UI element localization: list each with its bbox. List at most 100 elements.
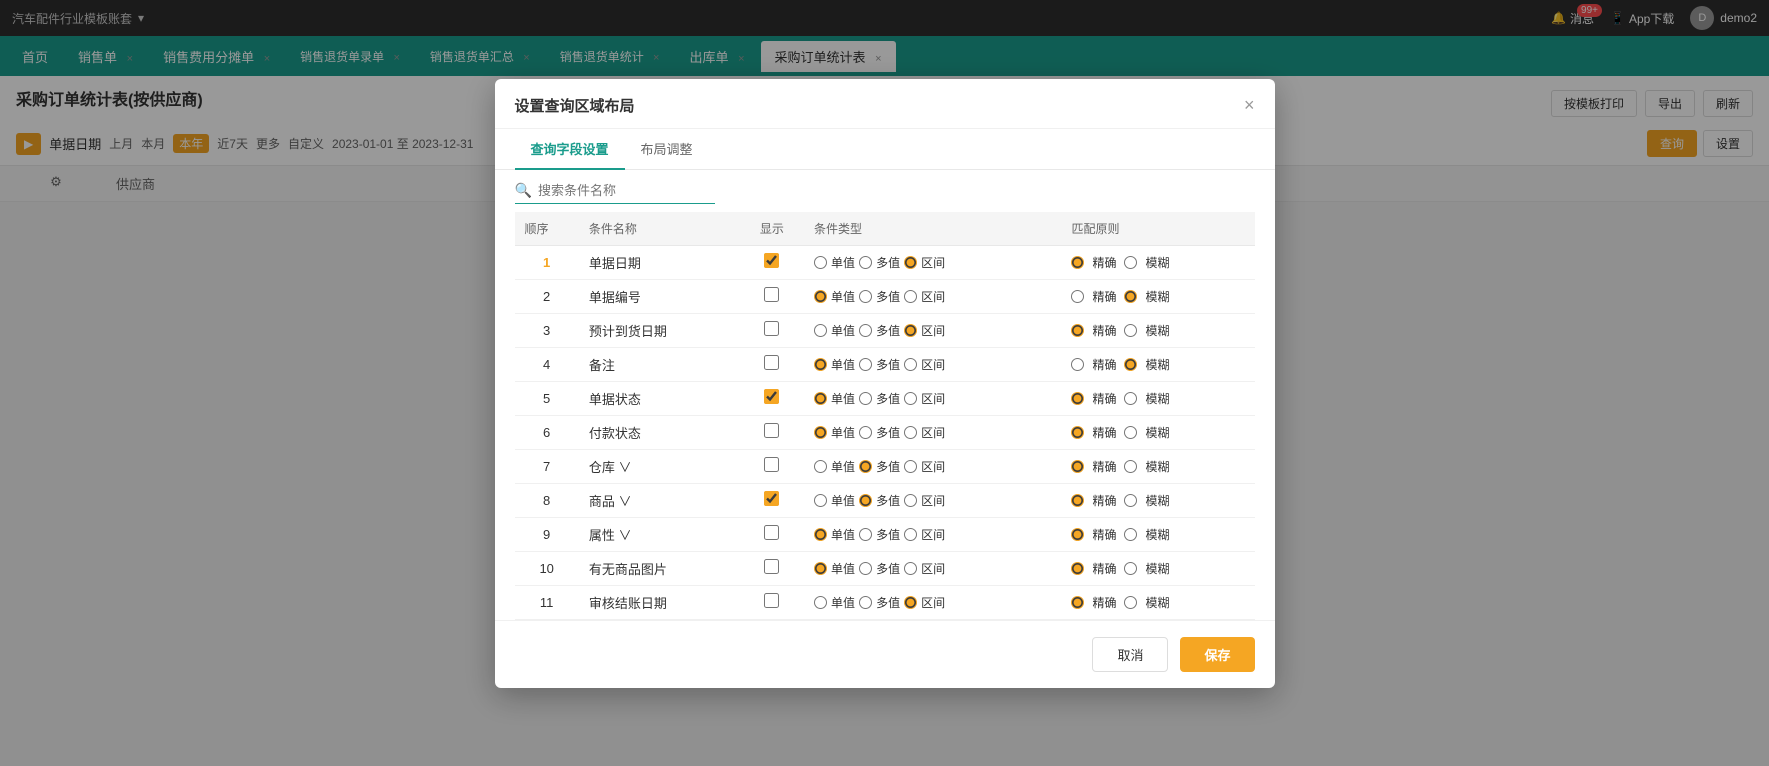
type-single-label: 单值 [831,458,855,475]
type-multi-radio[interactable] [859,596,872,609]
match-fuzzy-label: 模糊 [1145,322,1169,339]
config-table: 顺序 条件名称 显示 条件类型 匹配原则 1单据日期单值多值区间精确模糊2单据编… [515,212,1255,620]
match-exact-radio[interactable] [1071,392,1084,405]
type-multi-label: 多值 [876,356,900,373]
tab-query-fields[interactable]: 查询字段设置 [515,129,625,170]
type-single-radio[interactable] [814,528,827,541]
match-fuzzy-radio[interactable] [1124,596,1137,609]
show-checkbox[interactable] [764,559,779,574]
type-multi-radio[interactable] [859,426,872,439]
match-exact-radio[interactable] [1071,358,1084,371]
match-exact-radio[interactable] [1071,426,1084,439]
match-exact-label: 精确 [1092,526,1116,543]
col-name: 条件名称 [579,212,740,246]
match-fuzzy-radio[interactable] [1124,324,1137,337]
type-single-radio[interactable] [814,596,827,609]
type-multi-radio[interactable] [859,562,872,575]
type-single-label: 单值 [831,288,855,305]
match-exact-radio[interactable] [1071,528,1084,541]
show-checkbox[interactable] [764,253,779,268]
match-exact-label: 精确 [1092,356,1116,373]
dialog-close-button[interactable]: × [1244,96,1255,114]
dialog-footer: 取消 保存 [495,620,1275,688]
show-checkbox[interactable] [764,389,779,404]
save-button[interactable]: 保存 [1180,637,1254,672]
match-exact-radio[interactable] [1071,256,1084,269]
type-single-radio[interactable] [814,358,827,371]
show-checkbox[interactable] [764,287,779,302]
type-single-radio[interactable] [814,324,827,337]
type-range-radio[interactable] [904,256,917,269]
match-fuzzy-radio[interactable] [1124,460,1137,473]
type-single-radio[interactable] [814,562,827,575]
type-multi-radio[interactable] [859,528,872,541]
match-fuzzy-radio[interactable] [1124,290,1137,303]
type-multi-radio[interactable] [859,460,872,473]
row-order: 7 [515,449,579,483]
type-single-radio[interactable] [814,392,827,405]
type-range-radio[interactable] [904,460,917,473]
type-single-radio[interactable] [814,460,827,473]
match-fuzzy-radio[interactable] [1124,426,1137,439]
match-exact-radio[interactable] [1071,562,1084,575]
show-checkbox[interactable] [764,321,779,336]
type-single-radio[interactable] [814,290,827,303]
match-fuzzy-radio[interactable] [1124,528,1137,541]
type-range-radio[interactable] [904,324,917,337]
row-match-cell: 精确模糊 [1061,517,1254,551]
table-row: 5单据状态单值多值区间精确模糊 [515,381,1255,415]
type-range-radio[interactable] [904,528,917,541]
type-range-radio[interactable] [904,358,917,371]
type-range-radio[interactable] [904,392,917,405]
match-exact-radio[interactable] [1071,290,1084,303]
match-fuzzy-radio[interactable] [1124,392,1137,405]
match-exact-radio[interactable] [1071,596,1084,609]
row-condition-name: 单据编号 [579,279,740,313]
type-range-radio[interactable] [904,596,917,609]
row-condition-name: 仓库 ∨ [579,449,740,483]
match-fuzzy-radio[interactable] [1124,256,1137,269]
type-single-radio[interactable] [814,426,827,439]
row-show-cell [740,381,804,415]
row-condition-name: 备注 [579,347,740,381]
type-range-radio[interactable] [904,290,917,303]
search-input[interactable] [538,183,708,198]
show-checkbox[interactable] [764,355,779,370]
type-range-label: 区间 [921,322,945,339]
show-checkbox[interactable] [764,593,779,608]
row-type-cell: 单值多值区间 [804,313,1061,347]
match-fuzzy-radio[interactable] [1124,562,1137,575]
type-multi-radio[interactable] [859,392,872,405]
type-multi-radio[interactable] [859,494,872,507]
show-checkbox[interactable] [764,457,779,472]
type-single-radio[interactable] [814,494,827,507]
type-multi-radio[interactable] [859,256,872,269]
type-multi-radio[interactable] [859,290,872,303]
row-condition-name: 商品 ∨ [579,483,740,517]
tab-layout[interactable]: 布局调整 [625,129,709,170]
cancel-button[interactable]: 取消 [1092,637,1168,672]
show-checkbox[interactable] [764,525,779,540]
type-range-label: 区间 [921,594,945,611]
type-range-radio[interactable] [904,562,917,575]
match-fuzzy-radio[interactable] [1124,494,1137,507]
match-exact-radio[interactable] [1071,324,1084,337]
row-match-cell: 精确模糊 [1061,483,1254,517]
type-range-radio[interactable] [904,426,917,439]
type-range-label: 区间 [921,254,945,271]
type-multi-radio[interactable] [859,324,872,337]
type-single-radio[interactable] [814,256,827,269]
type-multi-radio[interactable] [859,358,872,371]
show-checkbox[interactable] [764,491,779,506]
row-show-cell [740,245,804,279]
match-exact-label: 精确 [1092,594,1116,611]
row-type-cell: 单值多值区间 [804,449,1061,483]
match-exact-label: 精确 [1092,288,1116,305]
match-exact-radio[interactable] [1071,460,1084,473]
show-checkbox[interactable] [764,423,779,438]
type-range-radio[interactable] [904,494,917,507]
dialog-header: 设置查询区域布局 × [495,79,1275,129]
match-fuzzy-radio[interactable] [1124,358,1137,371]
match-exact-radio[interactable] [1071,494,1084,507]
type-multi-label: 多值 [876,288,900,305]
